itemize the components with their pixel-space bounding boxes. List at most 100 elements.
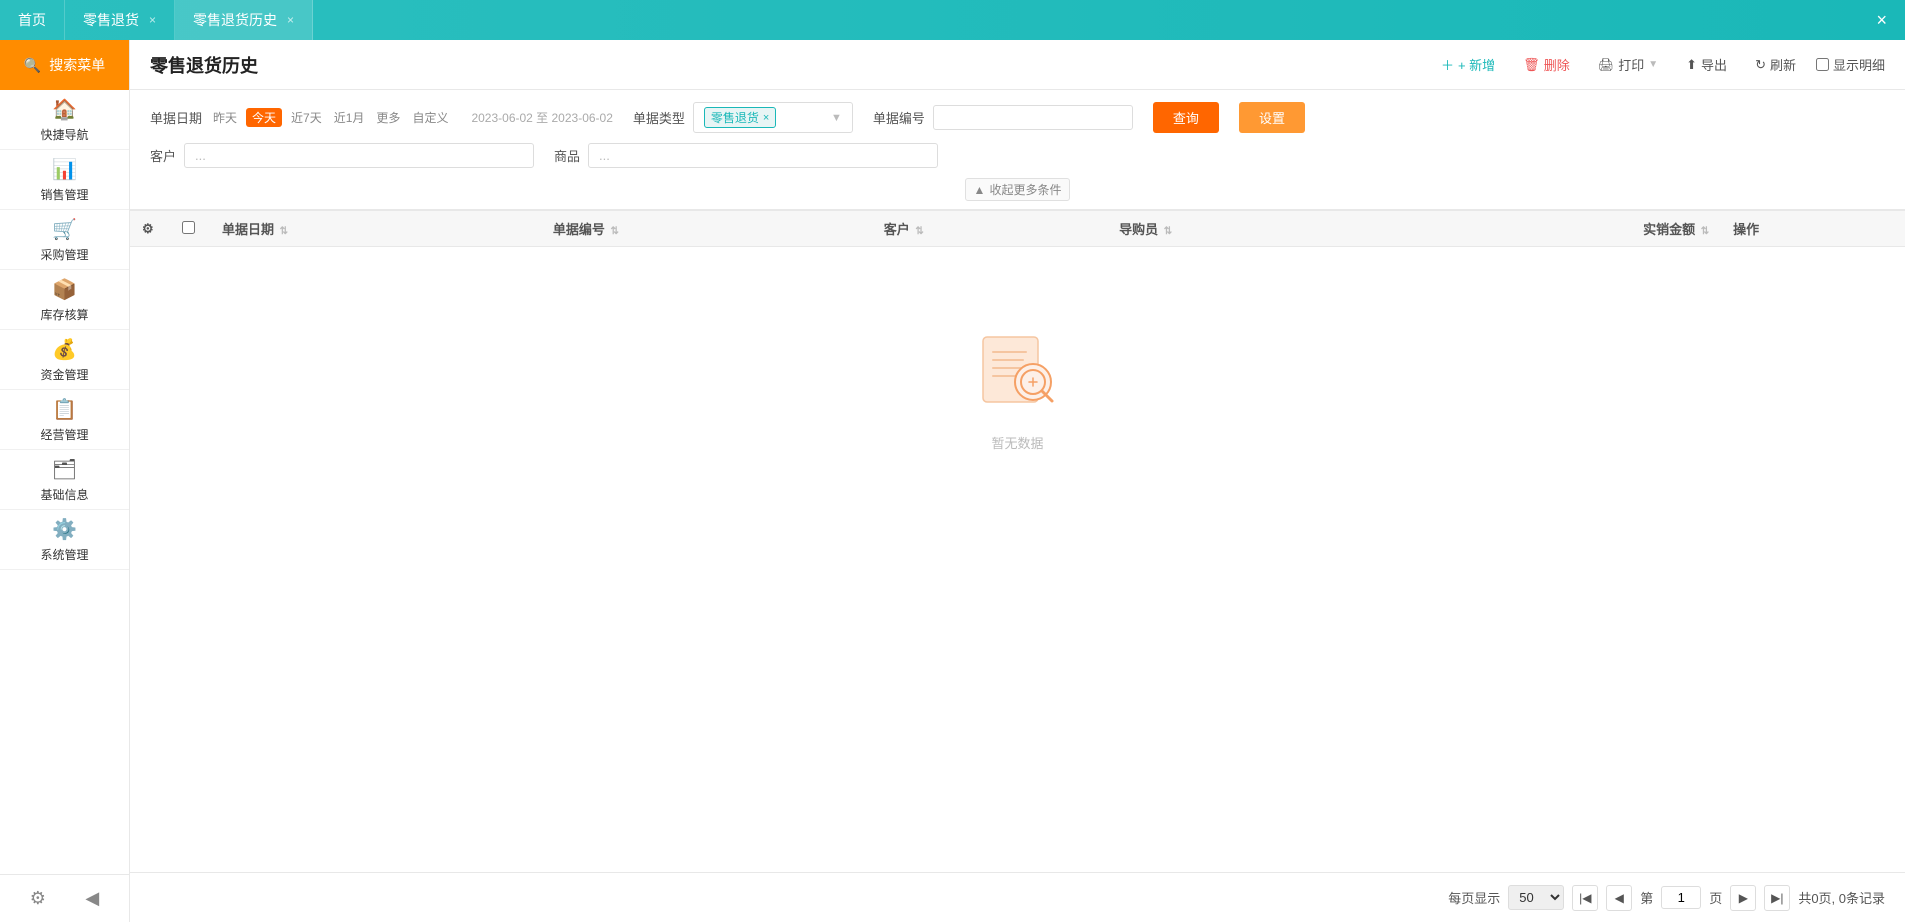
sidebar-item-basic-info[interactable]: 🗂 基础信息 bbox=[0, 450, 129, 510]
voucher-type-arrow-icon: ▼ bbox=[831, 112, 842, 124]
filter-goods-item: 商品 ... bbox=[554, 143, 938, 168]
tab-list: 首页 零售退货 × 零售退货历史 × bbox=[0, 0, 1858, 40]
sort-guide-icon[interactable]: ⇅ bbox=[1164, 226, 1172, 237]
tab-home-label: 首页 bbox=[18, 10, 46, 30]
tab-home[interactable]: 首页 bbox=[0, 0, 65, 40]
date-shortcuts: 昨天 今天 近7天 近1月 更多 自定义 bbox=[210, 108, 451, 127]
show-detail-checkbox[interactable] bbox=[1816, 58, 1829, 71]
inventory-icon: 📦 bbox=[52, 277, 77, 302]
operation-icon: 📋 bbox=[52, 397, 77, 422]
last-page-button[interactable]: ▶| bbox=[1764, 885, 1790, 911]
shortcut-7days[interactable]: 近7天 bbox=[288, 108, 325, 127]
next-page-button[interactable]: ▶ bbox=[1730, 885, 1756, 911]
print-button[interactable]: 🖨 打印 ▼ bbox=[1590, 51, 1666, 78]
per-page-select[interactable]: 50 10 20 100 bbox=[1508, 885, 1564, 910]
query-button[interactable]: 查询 bbox=[1153, 102, 1219, 133]
th-guide[interactable]: 导购员 ⇅ bbox=[1107, 211, 1390, 247]
filter-voucher-no-label: 单据编号 bbox=[873, 108, 925, 127]
sidebar-item-basic-info-label: 基础信息 bbox=[40, 486, 88, 503]
table-settings-icon[interactable]: ⚙ bbox=[142, 221, 154, 236]
customer-select[interactable]: ... bbox=[184, 143, 534, 168]
sort-amount-icon[interactable]: ⇅ bbox=[1701, 226, 1709, 237]
tab-retail-return-history-close[interactable]: × bbox=[287, 13, 294, 27]
sort-date-icon[interactable]: ⇅ bbox=[280, 226, 288, 237]
sidebar-item-quick-nav[interactable]: 🏠 快捷导航 bbox=[0, 90, 129, 150]
total-info: 共0页, 0条记录 bbox=[1798, 888, 1885, 907]
sidebar-item-inventory[interactable]: 📦 库存核算 bbox=[0, 270, 129, 330]
data-table: ⚙ 单据日期 ⇅ 单据编号 ⇅ bbox=[130, 210, 1905, 247]
settings-button[interactable]: 设置 bbox=[1239, 102, 1305, 133]
customer-placeholder: ... bbox=[195, 148, 206, 163]
th-ops-label: 操作 bbox=[1733, 222, 1759, 237]
pagination-bar: 每页显示 50 10 20 100 |◀ ◀ 第 1 页 ▶ ▶| 共0页, 0… bbox=[130, 872, 1905, 922]
basic-info-icon: 🗂 bbox=[52, 457, 77, 482]
tab-retail-return-history[interactable]: 零售退货历史 × bbox=[175, 0, 313, 40]
filter-voucher-type-item: 单据类型 零售退货 × ▼ bbox=[633, 102, 853, 133]
window-close-button[interactable]: × bbox=[1858, 10, 1905, 31]
filter-goods-label: 商品 bbox=[554, 146, 580, 165]
sidebar-item-inventory-label: 库存核算 bbox=[40, 306, 88, 323]
refresh-icon: ↻ bbox=[1755, 57, 1766, 73]
th-settings[interactable]: ⚙ bbox=[130, 211, 170, 247]
prev-page-button[interactable]: ◀ bbox=[1606, 885, 1632, 911]
filter-row-1: 单据日期 昨天 今天 近7天 近1月 更多 自定义 2023-06-02 至 2… bbox=[150, 102, 1885, 133]
show-detail-toggle[interactable]: 显示明细 bbox=[1816, 55, 1885, 74]
page-number-input[interactable]: 1 bbox=[1661, 886, 1701, 909]
table-header-row: ⚙ 单据日期 ⇅ 单据编号 ⇅ bbox=[130, 211, 1905, 247]
goods-select[interactable]: ... bbox=[588, 143, 938, 168]
goods-placeholder: ... bbox=[599, 148, 610, 163]
per-page-label: 每页显示 bbox=[1448, 888, 1500, 907]
new-label: + 新增 bbox=[1458, 55, 1495, 74]
sidebar-item-sales[interactable]: 📊 销售管理 bbox=[0, 150, 129, 210]
filter-row-2: 客户 ... 商品 ... bbox=[150, 143, 1885, 168]
voucher-type-select[interactable]: 零售退货 × ▼ bbox=[693, 102, 853, 133]
sidebar-item-purchase[interactable]: 🛒 采购管理 bbox=[0, 210, 129, 270]
shortcut-custom[interactable]: 自定义 bbox=[409, 108, 451, 127]
sort-customer-icon[interactable]: ⇅ bbox=[915, 226, 923, 237]
select-all-checkbox[interactable] bbox=[182, 221, 195, 234]
shortcut-1month[interactable]: 近1月 bbox=[331, 108, 368, 127]
tab-retail-return-close[interactable]: × bbox=[149, 13, 156, 27]
th-amount[interactable]: 实销金额 ⇅ bbox=[1390, 211, 1721, 247]
th-ops: 操作 bbox=[1721, 211, 1905, 247]
sidebar-item-finance[interactable]: 💰 资金管理 bbox=[0, 330, 129, 390]
print-label: 打印 bbox=[1618, 55, 1644, 74]
tab-retail-return[interactable]: 零售退货 × bbox=[65, 0, 175, 40]
export-button[interactable]: ⬆ 导出 bbox=[1678, 51, 1735, 78]
sidebar-item-quick-nav-label: 快捷导航 bbox=[40, 126, 88, 143]
th-customer[interactable]: 客户 ⇅ bbox=[872, 211, 1107, 247]
th-no-label: 单据编号 bbox=[553, 222, 605, 237]
tab-retail-return-label: 零售退货 bbox=[83, 10, 139, 30]
shortcut-yesterday[interactable]: 昨天 bbox=[210, 108, 240, 127]
th-amount-label: 实销金额 bbox=[1643, 222, 1695, 237]
collapse-button[interactable]: ▲ 收起更多条件 bbox=[965, 178, 1071, 201]
refresh-label: 刷新 bbox=[1770, 55, 1796, 74]
empty-icon bbox=[968, 327, 1068, 417]
th-date[interactable]: 单据日期 ⇅ bbox=[210, 211, 541, 247]
delete-button[interactable]: 🗑 删除 bbox=[1515, 51, 1578, 78]
sidebar: 🔍 搜索菜单 🏠 快捷导航 📊 销售管理 🛒 采购管理 📦 库存核算 💰 bbox=[0, 40, 130, 922]
new-button[interactable]: ＋ + 新增 bbox=[1433, 51, 1503, 78]
th-no[interactable]: 单据编号 ⇅ bbox=[541, 211, 872, 247]
refresh-button[interactable]: ↻ 刷新 bbox=[1747, 51, 1804, 78]
system-icon: ⚙️ bbox=[52, 517, 77, 542]
voucher-no-input[interactable] bbox=[933, 105, 1133, 130]
export-icon: ⬆ bbox=[1686, 57, 1697, 73]
page-title: 零售退货历史 bbox=[150, 52, 258, 78]
sidebar-item-system[interactable]: ⚙️ 系统管理 bbox=[0, 510, 129, 570]
print-icon: 🖨 bbox=[1598, 57, 1615, 73]
voucher-type-tag-close[interactable]: × bbox=[763, 112, 769, 124]
voucher-type-tag: 零售退货 × bbox=[704, 107, 776, 128]
search-icon: 🔍 bbox=[24, 57, 41, 74]
delete-label: 删除 bbox=[1544, 55, 1570, 74]
sort-no-icon[interactable]: ⇅ bbox=[611, 226, 619, 237]
th-checkbox[interactable] bbox=[170, 211, 210, 247]
filter-voucher-type-label: 单据类型 bbox=[633, 108, 685, 127]
settings-bottom-icon[interactable]: ⚙ bbox=[30, 888, 46, 909]
shortcut-more[interactable]: 更多 bbox=[373, 108, 403, 127]
first-page-button[interactable]: |◀ bbox=[1572, 885, 1598, 911]
sidebar-search[interactable]: 🔍 搜索菜单 bbox=[0, 40, 129, 90]
collapse-sidebar-icon[interactable]: ◀ bbox=[85, 888, 99, 909]
shortcut-today[interactable]: 今天 bbox=[246, 108, 282, 127]
sidebar-item-operation[interactable]: 📋 经营管理 bbox=[0, 390, 129, 450]
